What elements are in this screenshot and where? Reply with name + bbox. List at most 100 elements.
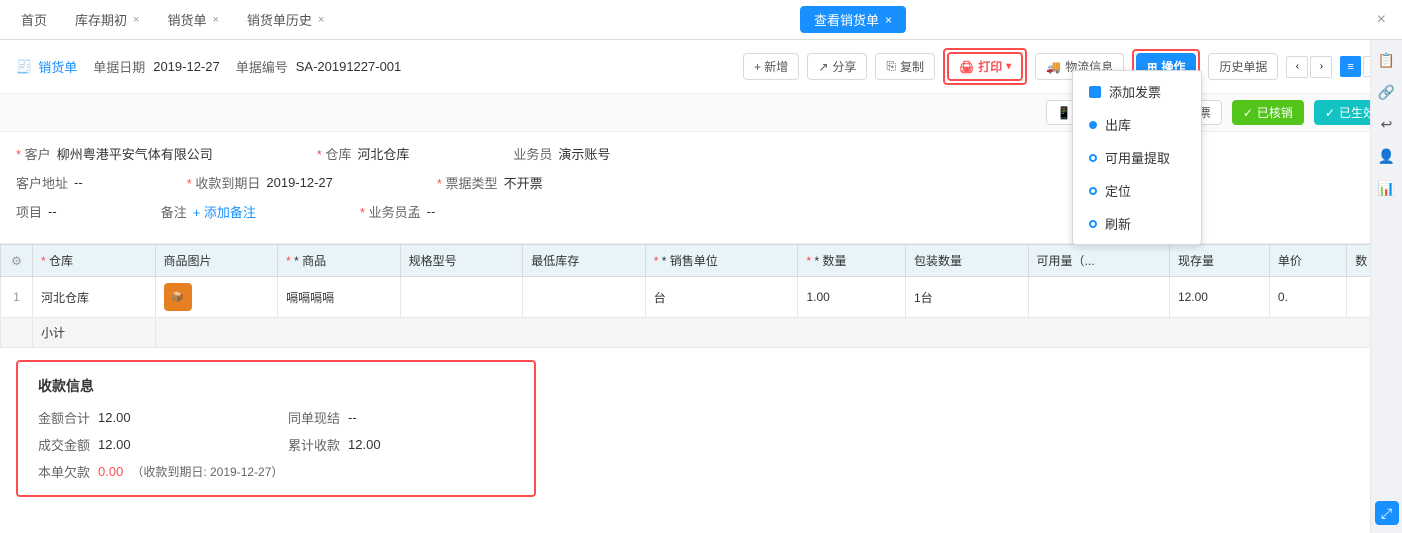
row-price: 0.	[1269, 277, 1346, 318]
next-button[interactable]: ›	[1310, 56, 1332, 78]
approve-button[interactable]: ✓ 已核销	[1232, 100, 1304, 125]
ticket-value: 不开票	[504, 173, 543, 192]
tab-sales-history[interactable]: 销货单历史 ×	[234, 4, 337, 36]
th-qty: * 数量	[798, 245, 906, 277]
available-extract-item[interactable]: 可用量提取	[1073, 141, 1201, 174]
th-available: 可用量（...	[1028, 245, 1169, 277]
tab-home[interactable]: 首页	[8, 4, 60, 36]
this-order-due-value: 0.00	[98, 464, 123, 479]
add-invoice-label: 添加发票	[1109, 82, 1161, 101]
page-wrapper: 首页 库存期初 × 销货单 × 销货单历史 × 查看销货单 × × 🧾 销货单 …	[0, 0, 1402, 533]
cumulative-payment-row: 累计收款 12.00	[288, 435, 514, 454]
customer-label: 客户	[16, 144, 51, 163]
logistics-icon: 🚚	[1046, 60, 1061, 74]
warehouse-value: 河北仓库	[357, 144, 409, 163]
due-date-value: 2019-12-27	[266, 175, 333, 190]
th-spec: 规格型号	[400, 245, 523, 277]
sidebar-icon-5[interactable]: 📊	[1375, 176, 1399, 200]
print-button[interactable]: 🖨 打印 ▾	[947, 52, 1023, 81]
project-label: 项目	[16, 202, 42, 221]
warehouse-label: 仓库	[317, 144, 352, 163]
deal-amount-value: 12.00	[98, 437, 131, 452]
copy-label: 复制	[900, 58, 924, 75]
th-current-qty: 现存量	[1169, 245, 1269, 277]
extract-icon	[1089, 154, 1097, 162]
print-label: 打印	[978, 58, 1002, 75]
subtotal-data	[155, 318, 1401, 348]
view-sales-order-close-icon[interactable]: ×	[885, 13, 892, 27]
row-available	[1028, 277, 1169, 318]
doc-date-label: 单据日期	[93, 57, 145, 76]
th-product-img: 商品图片	[155, 245, 278, 277]
phone-icon: 📱	[1057, 106, 1072, 120]
doc-date-value: 2019-12-27	[153, 59, 220, 74]
locate-item[interactable]: 定位	[1073, 174, 1201, 207]
salesman-label: 业务员孟	[360, 202, 421, 221]
same-order-settle-label: 同单现结	[288, 408, 340, 427]
row-current-qty: 12.00	[1169, 277, 1269, 318]
view-sales-order-tab[interactable]: 查看销货单 ×	[800, 6, 906, 33]
tab-sales-history-close[interactable]: ×	[318, 14, 324, 26]
this-order-due-row: 本单欠款 0.00 （收款到期日: 2019-12-27）	[38, 462, 514, 481]
outbound-label: 出库	[1105, 115, 1131, 134]
operate-dropdown: 添加发票 出库 可用量提取 定位 刷新	[1072, 70, 1202, 245]
print-button-wrapper: 🖨 打印 ▾	[943, 48, 1027, 85]
table-row: 1 河北仓库 📦 嗝嗝嗝嗝 台 1.00 1台 12.00 0.	[1, 277, 1402, 318]
address-field: 客户地址 --	[16, 173, 83, 192]
share-label: 分享	[832, 58, 856, 75]
deal-amount-label: 成交金额	[38, 435, 90, 454]
history-button[interactable]: 历史单据	[1208, 53, 1278, 80]
window-close-button[interactable]: ×	[1369, 11, 1394, 29]
row-no: 1	[1, 277, 33, 318]
refresh-icon	[1089, 220, 1097, 228]
staff-label: 业务员	[513, 144, 552, 163]
amount-total-value: 12.00	[98, 410, 131, 425]
tab-home-label: 首页	[21, 10, 47, 29]
due-date-field: 收款到期日 2019-12-27	[187, 173, 333, 192]
subtotal-row: 小计	[1, 318, 1402, 348]
subtotal-label-text: 小计	[33, 318, 156, 348]
due-row: 本单欠款 0.00 （收款到期日: 2019-12-27）	[38, 462, 514, 481]
row-img: 📦	[155, 277, 278, 318]
prev-button[interactable]: ‹	[1286, 56, 1308, 78]
tab-sales-label: 销货单	[167, 10, 206, 29]
doc-no-value: SA-20191227-001	[296, 59, 402, 74]
sidebar-icon-1[interactable]: 📋	[1375, 48, 1399, 72]
sidebar-icon-2[interactable]: 🔗	[1375, 80, 1399, 104]
product-image: 📦	[164, 283, 192, 311]
tab-sales-close[interactable]: ×	[212, 14, 218, 26]
share-icon: ↗	[818, 60, 828, 74]
tab-sales[interactable]: 销货单 ×	[154, 4, 231, 36]
outbound-icon	[1089, 121, 1097, 129]
outbound-item[interactable]: 出库	[1073, 108, 1201, 141]
refresh-item[interactable]: 刷新	[1073, 207, 1201, 240]
tab-inventory-close[interactable]: ×	[133, 14, 139, 26]
row-pack-qty: 1台	[905, 277, 1028, 318]
invoice-icon	[1089, 86, 1101, 98]
salesman-value: --	[427, 204, 436, 219]
copy-button[interactable]: ⎘ 复制	[875, 53, 935, 80]
this-order-due-label: 本单欠款	[38, 462, 90, 481]
share-button[interactable]: ↗ 分享	[807, 53, 867, 80]
expand-icon[interactable]: ⤢	[1375, 501, 1399, 525]
payment-section: 收款信息 金额合计 12.00 同单现结 -- 成交金额 12.00 累计收款 …	[16, 360, 536, 497]
row-spec	[400, 277, 523, 318]
address-value: --	[74, 175, 83, 190]
locate-icon	[1089, 187, 1097, 195]
doc-actions: + 新增 ↗ 分享 ⎘ 复制 🖨 打印 ▾ 🚚 物流信息	[743, 48, 1386, 85]
add-invoice-item[interactable]: 添加发票	[1073, 75, 1201, 108]
add-note-button[interactable]: + 添加备注	[193, 202, 256, 221]
subtotal-label	[1, 318, 33, 348]
sidebar-icon-3[interactable]: ↩	[1375, 112, 1399, 136]
ticket-label: 票据类型	[437, 173, 498, 192]
tab-inventory[interactable]: 库存期初 ×	[62, 4, 152, 36]
doc-icon: 🧾	[16, 59, 32, 75]
note-field: 备注 + 添加备注	[161, 202, 256, 221]
list-view-button[interactable]: ≡	[1340, 56, 1360, 77]
payment-grid: 金额合计 12.00 同单现结 -- 成交金额 12.00 累计收款 12.00…	[38, 408, 514, 481]
new-button[interactable]: + 新增	[743, 53, 799, 80]
sidebar-icon-4[interactable]: 👤	[1375, 144, 1399, 168]
th-unit: * 销售单位	[645, 245, 798, 277]
print-dropdown-arrow[interactable]: ▾	[1006, 61, 1011, 72]
amount-total-row: 金额合计 12.00	[38, 408, 264, 427]
